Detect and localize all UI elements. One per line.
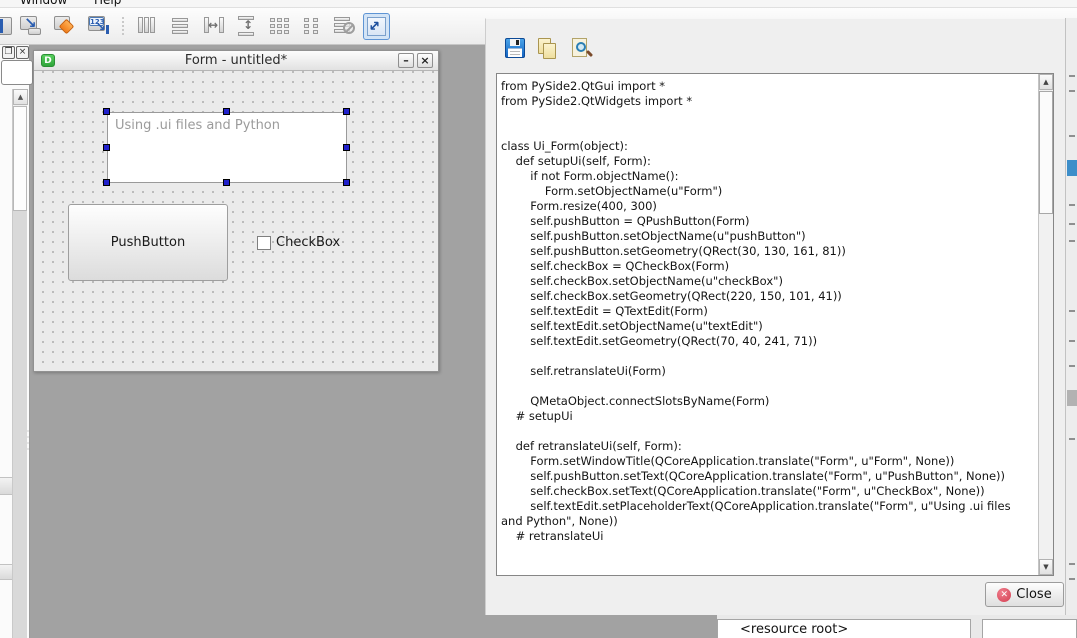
layout-grid-icon[interactable] [267,13,294,40]
find-icon[interactable] [570,37,594,61]
tree-branch-mark [1069,240,1075,242]
textedit-widget[interactable]: Using .ui files and Python [107,112,347,183]
tree-branch-mark [1069,578,1075,580]
checkbox-label: CheckBox [276,235,340,250]
tree-branch-mark [1069,90,1075,92]
selection-handle-ne[interactable] [343,108,350,115]
selection-handle-s[interactable] [223,179,230,186]
toolbar-separator [122,17,124,35]
close-button-label: Close [1016,587,1051,602]
adjust-size-icon[interactable]: ↔ [363,13,390,40]
selection-handle-w[interactable] [103,144,110,151]
layout-vertical-icon[interactable] [168,13,195,40]
code-view[interactable]: from PySide2.QtGui import * from PySide2… [496,73,1054,576]
tree-branch-mark [1069,365,1075,367]
edit-widgets-icon[interactable] [0,13,15,40]
scroll-down-icon[interactable]: ▼ [1039,559,1053,575]
form-window-title: Form - untitled* [34,53,438,68]
splitter-handle[interactable] [26,426,30,448]
scrollbar-trough[interactable] [13,211,27,638]
scroll-up-icon[interactable]: ▲ [1039,74,1053,90]
splitter-vertical-icon[interactable]: ↕ [234,13,261,40]
tree-branch-mark [1069,75,1075,77]
form-canvas[interactable]: Using .ui files and Python PushButton Ch… [34,71,438,371]
selection-handle-se[interactable] [343,179,350,186]
tree-branch-mark [1069,204,1075,206]
dock-float-icon[interactable]: ❐ [2,46,15,59]
resource-browser-sliver: <resource root> [717,615,1077,638]
widget-filter-input[interactable] [1,60,33,85]
widget-category-row[interactable] [0,477,12,495]
property-tree-sliver [1065,18,1077,615]
tree-branch-mark [1069,223,1075,225]
menu-bar: Window Help [0,0,1077,8]
form-titlebar[interactable]: D Form - untitled* – × [34,51,438,71]
break-layout-icon[interactable] [332,13,359,40]
copy-icon[interactable] [536,37,560,61]
code-scrollbar[interactable]: ▲ ▼ [1038,74,1053,575]
tree-branch-mark [1069,438,1075,440]
widget-box-panel: ❐ × ▲ [0,45,30,638]
tree-branch-mark [1069,310,1075,312]
widget-category-row[interactable] [0,564,12,580]
edit-signals-slots-icon[interactable]: ↘ [18,13,45,40]
checkbox-box[interactable] [257,236,271,250]
selected-row-highlight [1067,160,1077,176]
selection-handle-sw[interactable] [103,179,110,186]
layout-form-icon[interactable] [299,13,326,40]
minimize-icon[interactable]: – [398,53,414,68]
tree-branch-mark [1069,135,1075,137]
resource-tree-panel[interactable]: <resource root> [717,619,971,638]
tree-branch-mark [1069,340,1075,342]
dock-close-icon[interactable]: × [16,46,29,59]
checkbox-widget[interactable]: CheckBox [257,235,340,250]
selection-handle-e[interactable] [343,144,350,151]
layout-horizontal-icon[interactable] [134,13,161,40]
splitter-horizontal-icon[interactable]: ↔ [201,13,228,40]
close-icon[interactable]: × [417,53,433,68]
form-window: D Form - untitled* – × Using .ui files a… [33,50,439,372]
textedit-placeholder: Using .ui files and Python [115,118,280,133]
inactive-row-highlight [1067,390,1077,406]
save-icon[interactable] [504,37,528,61]
pushbutton-widget[interactable]: PushButton [68,204,228,281]
edit-buddies-icon[interactable] [52,13,79,40]
close-button[interactable]: ✕ Close [985,582,1064,607]
selection-handle-nw[interactable] [103,108,110,115]
scroll-up-icon[interactable]: ▲ [13,89,28,105]
scrollbar-thumb[interactable] [1039,91,1053,214]
scrollbar-thumb[interactable] [13,106,27,211]
menu-item-window[interactable]: Window [20,0,67,7]
widget-box-scrollbar[interactable]: ▲ [12,89,27,638]
resource-root-item[interactable]: <resource root> [740,622,848,637]
selection-handle-n[interactable] [223,108,230,115]
generated-python-code[interactable]: from PySide2.QtGui import * from PySide2… [501,79,1034,544]
view-code-dialog: from PySide2.QtGui import * from PySide2… [485,18,1065,615]
resource-list-panel[interactable] [982,619,1077,638]
tree-branch-mark [1069,563,1075,565]
menu-item-help[interactable]: Help [94,0,121,7]
edit-tab-order-icon[interactable]: 123 ↘ [86,13,113,40]
close-red-icon: ✕ [997,588,1011,602]
